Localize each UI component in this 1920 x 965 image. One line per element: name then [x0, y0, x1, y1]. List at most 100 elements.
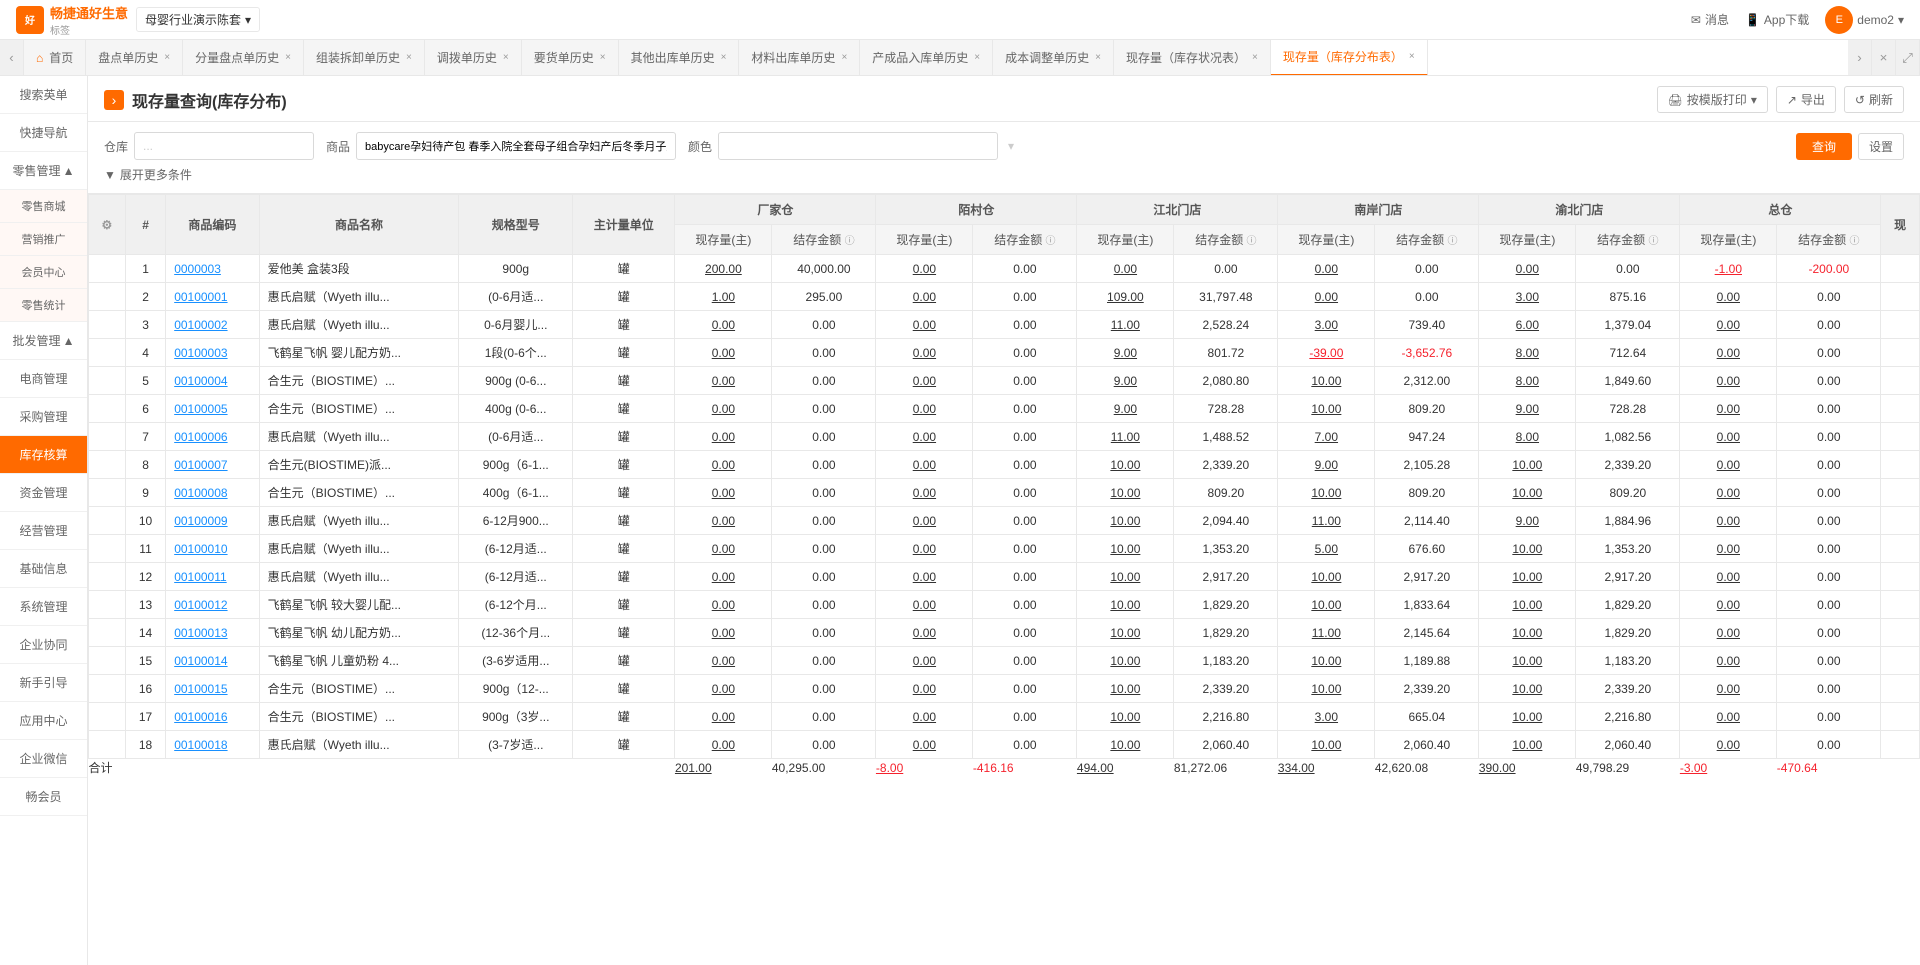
row-c1-qty[interactable]: 0.00: [675, 339, 772, 367]
sidebar-item-wholesale[interactable]: 批发管理 ▲: [0, 322, 87, 360]
row-c3-qty[interactable]: 10.00: [1077, 563, 1174, 591]
row-c5-qty[interactable]: 10.00: [1479, 591, 1576, 619]
row-c5-qty[interactable]: 8.00: [1479, 423, 1576, 451]
info-icon[interactable]: ⓘ: [1046, 236, 1056, 247]
summary-c4-qty[interactable]: 334.00: [1278, 759, 1375, 777]
row-c5-qty[interactable]: 3.00: [1479, 283, 1576, 311]
row-c5-qty[interactable]: 10.00: [1479, 563, 1576, 591]
row-c4-qty[interactable]: 10.00: [1278, 479, 1375, 507]
row-total-qty[interactable]: 0.00: [1680, 731, 1777, 759]
row-c3-qty[interactable]: 11.00: [1077, 311, 1174, 339]
tab-prev-btn[interactable]: ‹: [0, 40, 24, 76]
sidebar-item-retail[interactable]: 零售管理 ▲: [0, 152, 87, 190]
row-total-qty[interactable]: 0.00: [1680, 507, 1777, 535]
row-code[interactable]: 00100009: [166, 507, 259, 535]
row-c4-qty[interactable]: 10.00: [1278, 367, 1375, 395]
row-c1-qty[interactable]: 0.00: [675, 619, 772, 647]
row-c5-qty[interactable]: 10.00: [1479, 479, 1576, 507]
tab-assembly[interactable]: 组装拆卸单历史 ×: [304, 40, 425, 76]
row-c5-qty[interactable]: 10.00: [1479, 647, 1576, 675]
row-c3-qty[interactable]: 10.00: [1077, 647, 1174, 675]
row-code[interactable]: 00100006: [166, 423, 259, 451]
sidebar-item-purchase[interactable]: 采购管理: [0, 398, 87, 436]
row-c1-qty[interactable]: 0.00: [675, 647, 772, 675]
sidebar-item-basics[interactable]: 基础信息: [0, 550, 87, 588]
row-total-qty[interactable]: 0.00: [1680, 703, 1777, 731]
row-code[interactable]: 00100003: [166, 339, 259, 367]
row-code[interactable]: 00100013: [166, 619, 259, 647]
print-btn[interactable]: 🖨 按模版打印 ▾: [1657, 86, 1768, 113]
row-total-qty[interactable]: 0.00: [1680, 451, 1777, 479]
tab-home[interactable]: ⌂ 首页: [24, 40, 86, 76]
sidebar-item-guide[interactable]: 新手引导: [0, 664, 87, 702]
row-c1-qty[interactable]: 0.00: [675, 423, 772, 451]
row-c1-qty[interactable]: 200.00: [675, 255, 772, 283]
row-c4-qty[interactable]: -39.00: [1278, 339, 1375, 367]
info-icon[interactable]: ⓘ: [1849, 236, 1859, 247]
info-icon[interactable]: ⓘ: [1448, 236, 1458, 247]
row-c2-qty[interactable]: 0.00: [876, 255, 973, 283]
row-c3-qty[interactable]: 10.00: [1077, 451, 1174, 479]
tab-cost-adjust[interactable]: 成本调整单历史 ×: [993, 40, 1114, 76]
tab-next-btn[interactable]: ›: [1848, 40, 1872, 76]
row-c3-qty[interactable]: 11.00: [1077, 423, 1174, 451]
row-total-qty[interactable]: 0.00: [1680, 675, 1777, 703]
row-c3-qty[interactable]: 9.00: [1077, 395, 1174, 423]
row-c1-qty[interactable]: 0.00: [675, 703, 772, 731]
tab-close-icon[interactable]: ×: [503, 52, 509, 63]
row-c3-qty[interactable]: 10.00: [1077, 619, 1174, 647]
row-code[interactable]: 00100007: [166, 451, 259, 479]
sidebar-item-retail-shop[interactable]: 零售商城: [0, 190, 87, 223]
goods-input[interactable]: [356, 132, 676, 160]
row-code[interactable]: 00100010: [166, 535, 259, 563]
query-btn[interactable]: 查询: [1796, 133, 1852, 160]
row-c4-qty[interactable]: 10.00: [1278, 731, 1375, 759]
row-c1-qty[interactable]: 0.00: [675, 395, 772, 423]
row-c5-qty[interactable]: 10.00: [1479, 703, 1576, 731]
row-total-qty[interactable]: 0.00: [1680, 479, 1777, 507]
summary-c3-qty[interactable]: 494.00: [1077, 759, 1174, 777]
tab-close-icon[interactable]: ×: [285, 52, 291, 63]
row-c4-qty[interactable]: 0.00: [1278, 283, 1375, 311]
row-c3-qty[interactable]: 10.00: [1077, 507, 1174, 535]
sidebar-item-search[interactable]: 搜索英单: [0, 76, 87, 114]
row-c2-qty[interactable]: 0.00: [876, 367, 973, 395]
row-c2-qty[interactable]: 0.00: [876, 283, 973, 311]
row-code[interactable]: 00100001: [166, 283, 259, 311]
row-c4-qty[interactable]: 10.00: [1278, 647, 1375, 675]
sidebar-toggle-btn[interactable]: ›: [104, 90, 124, 110]
row-total-qty[interactable]: 0.00: [1680, 535, 1777, 563]
row-c2-qty[interactable]: 0.00: [876, 339, 973, 367]
row-c5-qty[interactable]: 10.00: [1479, 731, 1576, 759]
expand-conditions[interactable]: ▼ 展开更多条件: [104, 166, 1904, 183]
row-c4-qty[interactable]: 11.00: [1278, 619, 1375, 647]
warehouse-input[interactable]: [134, 132, 314, 160]
row-code[interactable]: 00100004: [166, 367, 259, 395]
message-btn[interactable]: ✉ 消息: [1691, 11, 1729, 28]
row-c5-qty[interactable]: 10.00: [1479, 675, 1576, 703]
row-code[interactable]: 00100008: [166, 479, 259, 507]
row-c3-qty[interactable]: 10.00: [1077, 535, 1174, 563]
row-code[interactable]: 00100016: [166, 703, 259, 731]
row-c1-qty[interactable]: 1.00: [675, 283, 772, 311]
refresh-btn[interactable]: ↺ 刷新: [1844, 86, 1904, 113]
row-c5-qty[interactable]: 9.00: [1479, 507, 1576, 535]
tab-close-icon[interactable]: ×: [841, 52, 847, 63]
tab-subcheck[interactable]: 分量盘点单历史 ×: [183, 40, 304, 76]
summary-total-qty[interactable]: -3.00: [1680, 759, 1777, 777]
row-c5-qty[interactable]: 10.00: [1479, 619, 1576, 647]
row-c4-qty[interactable]: 3.00: [1278, 703, 1375, 731]
tab-close-icon[interactable]: ×: [164, 52, 170, 63]
row-code[interactable]: 00100005: [166, 395, 259, 423]
tab-close-icon[interactable]: ×: [406, 52, 412, 63]
tab-expand-btn[interactable]: ⤢: [1896, 40, 1920, 76]
tab-close-icon[interactable]: ×: [721, 52, 727, 63]
row-c4-qty[interactable]: 5.00: [1278, 535, 1375, 563]
row-c3-qty[interactable]: 10.00: [1077, 591, 1174, 619]
tab-close-icon[interactable]: ×: [974, 52, 980, 63]
row-total-qty[interactable]: 0.00: [1680, 395, 1777, 423]
row-c3-qty[interactable]: 10.00: [1077, 703, 1174, 731]
row-c1-qty[interactable]: 0.00: [675, 367, 772, 395]
row-c4-qty[interactable]: 10.00: [1278, 563, 1375, 591]
tab-stock-dist[interactable]: 现存量（库存分布表） ×: [1271, 40, 1428, 76]
